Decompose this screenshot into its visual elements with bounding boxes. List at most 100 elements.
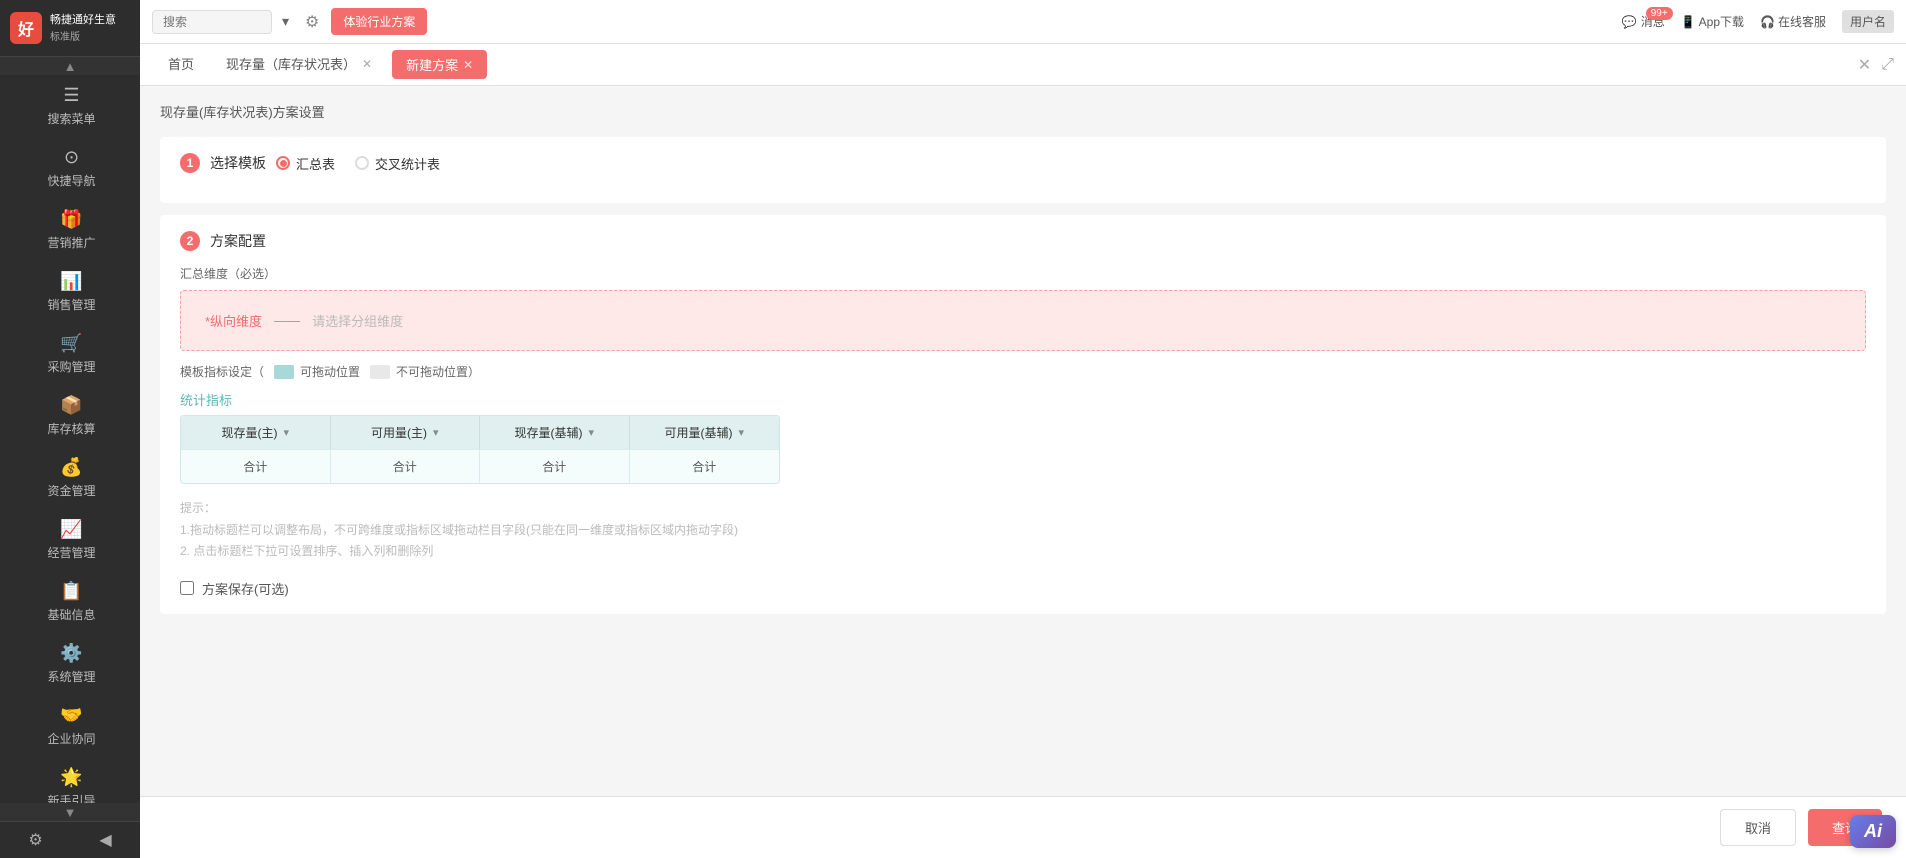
sidebar-item-label: 系统管理 <box>47 668 95 685</box>
radio-summary-circle <box>276 156 290 170</box>
close-window-icon[interactable]: ✕ <box>1858 55 1871 75</box>
sidebar-item-new-guide[interactable]: 🌟 新手引导 <box>0 757 140 803</box>
sidebar-item-label: 营销推广 <box>47 234 95 251</box>
section-template: 1 选择模板 汇总表 交叉统计表 <box>160 137 1886 203</box>
message-btn[interactable]: 💬 消息 99+ <box>1622 13 1665 30</box>
radio-cross[interactable]: 交叉统计表 <box>355 154 440 173</box>
radio-summary[interactable]: 汇总表 <box>276 154 335 173</box>
quick-nav-icon: ⊙ <box>64 147 79 168</box>
sidebar-item-basic-info[interactable]: 📋 基础信息 <box>0 571 140 633</box>
headphone-icon: 🎧 <box>1760 15 1775 29</box>
sidebar-scroll-up[interactable]: ▲ <box>0 57 140 75</box>
sidebar-nav: ☰ 搜索菜单 ⊙ 快捷导航 🎁 营销推广 📊 销售管理 🛒 采购管理 📦 库存核… <box>0 75 140 803</box>
sidebar-item-label: 基础信息 <box>47 606 95 623</box>
user-avatar[interactable]: 用户名 <box>1842 10 1894 33</box>
gear-icon[interactable]: ⚙ <box>305 12 319 32</box>
section2-title: 方案配置 <box>210 231 266 251</box>
dimension-row[interactable]: *纵向维度 —— 请选择分组维度 <box>180 290 1866 351</box>
settings-footer-btn[interactable]: ⚙ <box>28 830 42 850</box>
bottom-bar: 取消 查询 <box>140 796 1906 858</box>
col-header-0[interactable]: 现存量(主) ▾ <box>181 416 331 449</box>
sidebar-item-purchase[interactable]: 🛒 采购管理 <box>0 323 140 385</box>
fixed-legend: 不可拖动位置） <box>370 363 480 380</box>
save-option: 方案保存(可选) <box>180 579 1866 598</box>
radio-cross-circle <box>355 156 369 170</box>
stats-data-row: 合计 合计 合计 合计 <box>181 449 779 483</box>
finance-icon: 💰 <box>60 457 82 478</box>
aggregation-label: 汇总维度（必选） <box>180 265 1866 282</box>
tab-home[interactable]: 首页 <box>152 44 210 85</box>
sidebar-item-search-menu[interactable]: ☰ 搜索菜单 <box>0 75 140 137</box>
expand-window-icon[interactable]: ⤢ <box>1881 56 1894 74</box>
user-name: 用户名 <box>1850 15 1886 29</box>
dim-dash: —— <box>274 313 300 328</box>
draggable-legend: 可拖动位置 <box>274 363 360 380</box>
stats-table: 现存量(主) ▾ 可用量(主) ▾ 现存量(基辅) ▾ 可用量(基辅) <box>180 415 780 484</box>
collapse-footer-btn[interactable]: ◀ <box>99 830 111 850</box>
sidebar-footer: ⚙ ◀ <box>0 821 140 858</box>
sidebar-item-system[interactable]: ⚙️ 系统管理 <box>0 633 140 695</box>
sidebar-item-finance[interactable]: 💰 资金管理 <box>0 447 140 509</box>
indicator-header: 模板指标设定（ 可拖动位置 不可拖动位置） <box>180 363 1866 380</box>
chevron-1-icon[interactable]: ▾ <box>433 426 439 439</box>
col-header-2[interactable]: 现存量(基辅) ▾ <box>480 416 630 449</box>
dim-required-text: *纵向维度 <box>205 311 262 330</box>
sidebar-item-marketing[interactable]: 🎁 营销推广 <box>0 199 140 261</box>
col-label-1: 可用量(主) <box>371 424 427 441</box>
col-header-1[interactable]: 可用量(主) ▾ <box>331 416 481 449</box>
col-label-3: 可用量(基辅) <box>664 424 732 441</box>
tabs-bar: 首页 现存量（库存状况表） ✕ 新建方案 ✕ ✕ ⤢ <box>140 44 1906 86</box>
marketing-icon: 🎁 <box>60 209 82 230</box>
save-checkbox-label: 方案保存(可选) <box>202 579 289 598</box>
sidebar-item-quick-nav[interactable]: ⊙ 快捷导航 <box>0 137 140 199</box>
app-name: 畅捷通好生意 <box>50 13 116 28</box>
tab-inventory[interactable]: 现存量（库存状况表） ✕ <box>210 44 388 85</box>
content-area: 现存量(库存状况表)方案设置 1 选择模板 汇总表 交叉统计表 <box>140 86 1906 796</box>
tab-home-label: 首页 <box>168 54 194 73</box>
operations-icon: 📈 <box>60 519 82 540</box>
chevron-0-icon[interactable]: ▾ <box>283 426 289 439</box>
purchase-icon: 🛒 <box>60 333 82 354</box>
app-version: 标准版 <box>50 28 116 43</box>
save-checkbox[interactable] <box>180 581 194 595</box>
sidebar-item-label: 新手引导 <box>47 792 95 803</box>
search-input[interactable] <box>152 10 272 34</box>
col-data-3: 合计 <box>630 449 780 483</box>
trial-button[interactable]: 体验行业方案 <box>331 8 427 35</box>
sidebar-item-sales[interactable]: 📊 销售管理 <box>0 261 140 323</box>
message-badge: 99+ <box>1646 7 1673 20</box>
template-radio-group: 汇总表 交叉统计表 <box>276 154 440 173</box>
col-header-3[interactable]: 可用量(基辅) ▾ <box>630 416 780 449</box>
tab-inventory-close-icon[interactable]: ✕ <box>362 57 372 71</box>
indicator-settings-label: 模板指标设定（ <box>180 363 264 380</box>
tab-new-scheme[interactable]: 新建方案 ✕ <box>392 50 487 79</box>
service-label: 在线客服 <box>1778 13 1826 30</box>
draggable-label: 可拖动位置 <box>300 363 360 380</box>
sidebar-item-label: 搜索菜单 <box>47 110 95 127</box>
stats-section: 统计指标 现存量(主) ▾ 可用量(主) ▾ 现存量(基辅) <box>180 390 1866 484</box>
dropdown-chevron-icon[interactable]: ▾ <box>282 13 289 30</box>
sidebar-item-inventory[interactable]: 📦 库存核算 <box>0 385 140 447</box>
sidebar-scroll-down[interactable]: ▼ <box>0 803 140 821</box>
col-label-0: 现存量(主) <box>221 424 277 441</box>
sidebar-item-label: 快捷导航 <box>47 172 95 189</box>
sidebar-item-enterprise[interactable]: 🤝 企业协同 <box>0 695 140 757</box>
inventory-icon: 📦 <box>60 395 82 416</box>
sidebar-item-operations[interactable]: 📈 经营管理 <box>0 509 140 571</box>
tab-new-close-icon[interactable]: ✕ <box>463 58 473 72</box>
chevron-3-icon[interactable]: ▾ <box>738 426 744 439</box>
cancel-button[interactable]: 取消 <box>1720 809 1796 846</box>
sales-icon: 📊 <box>60 271 82 292</box>
phone-icon: 📱 <box>1681 15 1696 29</box>
page-title: 现存量(库存状况表)方案设置 <box>160 102 1886 121</box>
chevron-2-icon[interactable]: ▾ <box>588 426 594 439</box>
indicator-settings: 模板指标设定（ 可拖动位置 不可拖动位置） <box>180 363 1866 380</box>
enterprise-icon: 🤝 <box>60 705 82 726</box>
app-download-btn[interactable]: 📱 App下载 <box>1681 13 1744 30</box>
ai-badge[interactable]: Ai <box>1850 815 1896 848</box>
search-menu-icon: ☰ <box>63 85 79 106</box>
tab-inventory-label: 现存量（库存状况表） <box>226 54 356 73</box>
tab-new-label: 新建方案 <box>406 55 458 74</box>
fixed-label: 不可拖动位置） <box>396 363 480 380</box>
online-service-btn[interactable]: 🎧 在线客服 <box>1760 13 1826 30</box>
